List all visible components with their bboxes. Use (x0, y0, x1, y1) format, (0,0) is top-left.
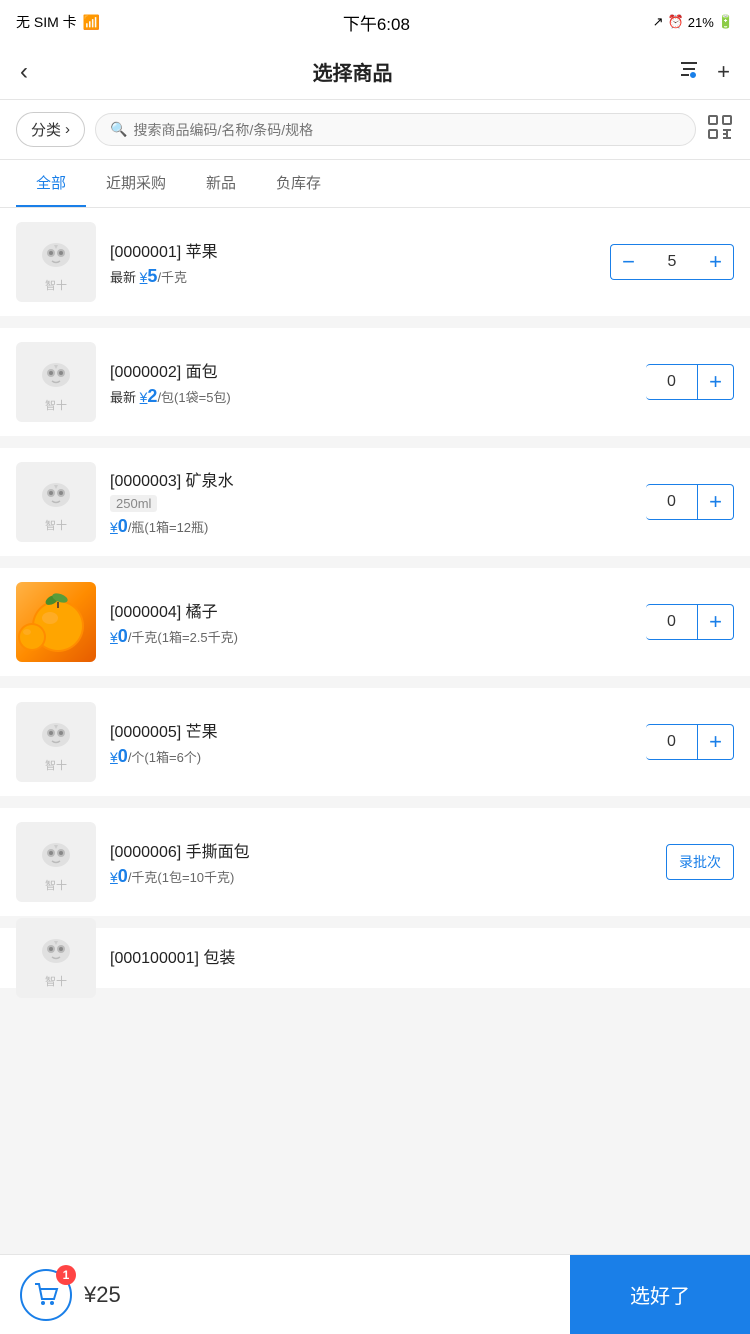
filter-icon[interactable] (677, 57, 701, 87)
product-image-0000001: 智十 (16, 222, 96, 302)
qty-minus-button[interactable]: − (610, 244, 646, 280)
search-box: 🔍 (95, 113, 696, 146)
quantity-control-0000006: 录批次 (666, 844, 734, 880)
qty-plus-button[interactable]: + (698, 724, 734, 760)
category-button[interactable]: 分类 › (16, 112, 85, 147)
qty-input[interactable] (646, 724, 698, 760)
product-item: 智十 [0000005] 芒果 ¥0/个(1箱=6个) + (0, 688, 750, 796)
tab-bar: 全部 近期采购 新品 负库存 (0, 160, 750, 208)
add-button[interactable]: + (717, 59, 730, 85)
product-item: 智十 [0000001] 苹果 最新 ¥5/千克 − + (0, 208, 750, 316)
product-price: 最新 ¥2/包(1袋=5包) (110, 386, 632, 407)
qty-input[interactable] (646, 364, 698, 400)
qty-input[interactable] (646, 484, 698, 520)
nav-bar: ‹ 选择商品 + (0, 44, 750, 100)
quantity-control-0000001: − + (610, 244, 734, 280)
search-input[interactable] (133, 122, 681, 138)
quantity-control-0000004: + (646, 604, 734, 640)
product-price: ¥0/个(1箱=6个) (110, 746, 632, 767)
product-info-000100001: [000100001] 包装 (110, 944, 734, 972)
alarm-icon: ⏰ (668, 14, 684, 30)
battery-text: 21% (688, 15, 714, 30)
product-name: [0000003] 矿泉水 (110, 467, 632, 491)
product-price: ¥0/千克(1包=10千克) (110, 866, 652, 887)
product-image-0000005: 智十 (16, 702, 96, 782)
nav-actions: + (677, 57, 730, 87)
tab-new[interactable]: 新品 (186, 160, 256, 207)
product-spec: 250ml (110, 495, 157, 512)
quantity-control-0000002: + (646, 364, 734, 400)
quantity-control-0000005: + (646, 724, 734, 760)
product-image-0000003: 智十 (16, 462, 96, 542)
product-info-0000003: [0000003] 矿泉水 250ml ¥0/瓶(1箱=12瓶) (110, 467, 632, 537)
status-indicators: ↗ ⏰ 21% 🔋 (653, 14, 734, 30)
cart-section: 1 ¥25 (0, 1269, 141, 1321)
status-time: 下午6:08 (343, 10, 410, 35)
product-name: [0000001] 苹果 (110, 238, 596, 262)
qty-input[interactable] (646, 604, 698, 640)
product-name: [000100001] 包装 (110, 944, 734, 968)
tab-all[interactable]: 全部 (16, 160, 86, 207)
product-item: 智十 [0000003] 矿泉水 250ml ¥0/瓶(1箱=12瓶) + (0, 448, 750, 556)
product-name: [0000002] 面包 (110, 358, 632, 382)
location-icon: ↗ (653, 14, 664, 30)
qty-plus-button[interactable]: + (698, 604, 734, 640)
cart-total: ¥25 (84, 1282, 121, 1308)
cart-badge: 1 (56, 1265, 76, 1285)
qty-plus-button[interactable]: + (698, 244, 734, 280)
wifi-icon: 📶 (83, 14, 100, 31)
product-image-000100001: 智十 (16, 918, 96, 998)
carrier-text: 无 SIM 卡 (16, 12, 77, 32)
product-info-0000005: [0000005] 芒果 ¥0/个(1箱=6个) (110, 718, 632, 767)
product-image-0000002: 智十 (16, 342, 96, 422)
tab-recent[interactable]: 近期采购 (86, 160, 186, 207)
product-name: [0000006] 手撕面包 (110, 838, 652, 862)
product-list: 智十 [0000001] 苹果 最新 ¥5/千克 − + (0, 208, 750, 988)
confirm-button[interactable]: 选好了 (570, 1255, 750, 1334)
bottom-bar: 1 ¥25 选好了 (0, 1254, 750, 1334)
product-price: ¥0/千克(1箱=2.5千克) (110, 626, 632, 647)
product-info-0000001: [0000001] 苹果 最新 ¥5/千克 (110, 238, 596, 287)
cart-button[interactable]: 1 (20, 1269, 72, 1321)
qty-plus-button[interactable]: + (698, 484, 734, 520)
product-name: [0000004] 橘子 (110, 598, 632, 622)
product-info-0000004: [0000004] 橘子 ¥0/千克(1箱=2.5千克) (110, 598, 632, 647)
battery-icon: 🔋 (718, 14, 734, 30)
search-icon: 🔍 (110, 121, 127, 138)
product-price: 最新 ¥5/千克 (110, 266, 596, 287)
product-item: 智十 [000100001] 包装 (0, 928, 750, 988)
status-bar: 无 SIM 卡 📶 下午6:08 ↗ ⏰ 21% 🔋 (0, 0, 750, 44)
category-arrow: › (65, 121, 70, 138)
category-label: 分类 (31, 119, 61, 140)
product-info-0000002: [0000002] 面包 最新 ¥2/包(1袋=5包) (110, 358, 632, 407)
tab-negative[interactable]: 负库存 (256, 160, 341, 207)
product-name: [0000005] 芒果 (110, 718, 632, 742)
product-item: [0000004] 橘子 ¥0/千克(1箱=2.5千克) + (0, 568, 750, 676)
back-button[interactable]: ‹ (20, 58, 28, 86)
product-info-0000006: [0000006] 手撕面包 ¥0/千克(1包=10千克) (110, 838, 652, 887)
scan-button[interactable] (706, 113, 734, 147)
product-image-0000006: 智十 (16, 822, 96, 902)
batch-button[interactable]: 录批次 (666, 844, 734, 880)
filter-bar: 分类 › 🔍 (0, 100, 750, 160)
qty-input[interactable] (646, 244, 698, 280)
product-item: 智十 [0000002] 面包 最新 ¥2/包(1袋=5包) + (0, 328, 750, 436)
quantity-control-0000003: + (646, 484, 734, 520)
product-price: ¥0/瓶(1箱=12瓶) (110, 516, 632, 537)
product-image-0000004 (16, 582, 96, 662)
qty-plus-button[interactable]: + (698, 364, 734, 400)
page-title: 选择商品 (313, 57, 393, 86)
status-carrier: 无 SIM 卡 📶 (16, 12, 100, 32)
product-item: 智十 [0000006] 手撕面包 ¥0/千克(1包=10千克) 录批次 (0, 808, 750, 916)
